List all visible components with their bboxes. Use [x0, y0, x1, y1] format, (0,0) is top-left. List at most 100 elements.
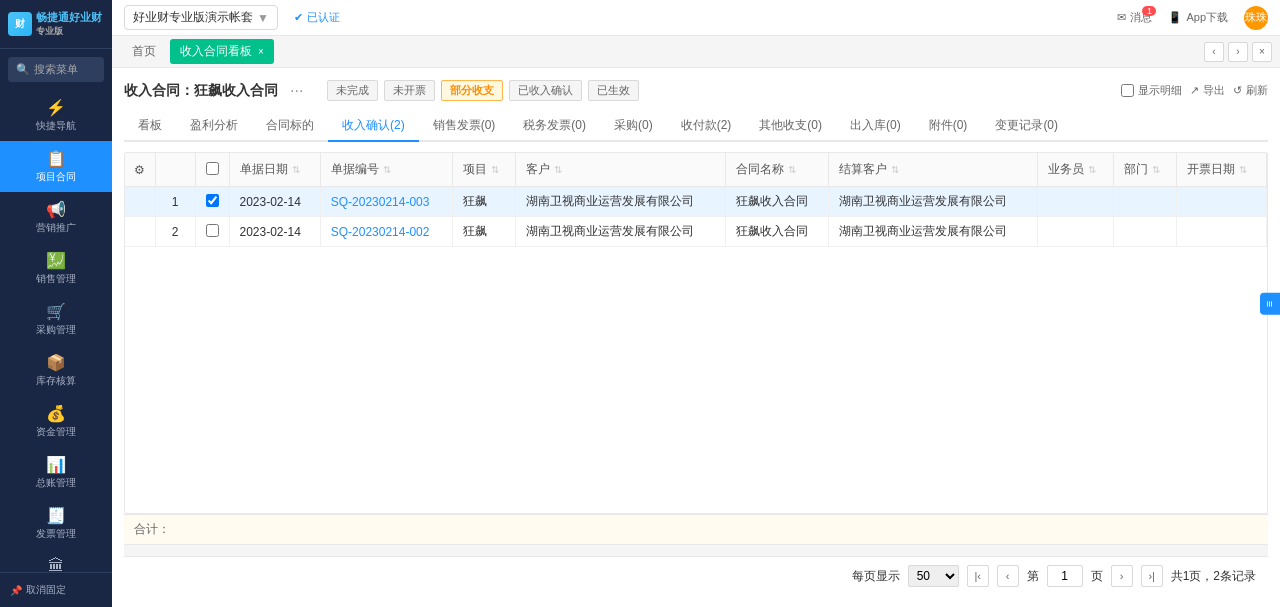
settings-col-header[interactable]: ⚙ — [125, 153, 155, 187]
docno-col-header[interactable]: 单据编号 ⇅ — [320, 153, 453, 187]
tab-payment[interactable]: 收付款(2) — [667, 111, 746, 142]
tab-revenue-confirm[interactable]: 收入确认(2) — [328, 111, 419, 142]
horizontal-scrollbar[interactable] — [124, 544, 1268, 556]
tab-sales-invoice[interactable]: 销售发票(0) — [419, 111, 510, 142]
tab-other-income[interactable]: 其他收支(0) — [745, 111, 836, 142]
tab-warehouse[interactable]: 出入库(0) — [836, 111, 915, 142]
sidebar-item-inventory[interactable]: 📦 库存核算 — [0, 345, 112, 396]
row-select-checkbox[interactable] — [206, 224, 219, 237]
checkbox-col-header[interactable] — [195, 153, 229, 187]
date-col-header[interactable]: 单据日期 ⇅ — [229, 153, 320, 187]
sidebar-item-label: 资金管理 — [36, 425, 76, 439]
company-selector[interactable]: 好业财专业版演示帐套 ▼ — [124, 5, 278, 30]
sidebar-item-tax[interactable]: 🏛 税务管理 — [0, 549, 112, 572]
right-float-button[interactable]: ≡ — [1260, 292, 1280, 314]
tab-close-button[interactable]: × — [258, 46, 264, 57]
general-icon: 📊 — [46, 455, 66, 474]
page-number-input[interactable] — [1047, 565, 1083, 587]
sidebar-item-purchase[interactable]: 🛒 采购管理 — [0, 294, 112, 345]
messages-button[interactable]: ✉ 1 消息 — [1117, 10, 1152, 25]
tab-next-button[interactable]: › — [1228, 42, 1248, 62]
row-project: 狂飙 — [453, 217, 516, 247]
date-col-label: 单据日期 — [240, 161, 288, 178]
per-page-select[interactable]: 20 50 100 200 — [908, 565, 959, 587]
show-detail-label: 显示明细 — [1138, 83, 1182, 98]
sidebar-item-marketing[interactable]: 📢 营销推广 — [0, 192, 112, 243]
sidebar-item-invoice[interactable]: 🧾 发票管理 — [0, 498, 112, 549]
sidebar-item-capital[interactable]: 💰 资金管理 — [0, 396, 112, 447]
table-row[interactable]: 2 2023-02-14 SQ-20230214-002 狂飙 湖南卫视商业运营… — [125, 217, 1267, 247]
end-customer-col-header[interactable]: 结算客户 ⇅ — [828, 153, 1037, 187]
search-menu-label: 搜索菜单 — [34, 62, 78, 77]
row-docno[interactable]: SQ-20230214-003 — [320, 187, 453, 217]
data-table: ⚙ 单据日期 ⇅ — [125, 153, 1267, 247]
tab-home[interactable]: 首页 — [120, 39, 168, 64]
tab-attachment[interactable]: 附件(0) — [915, 111, 982, 142]
company-name: 好业财专业版演示帐套 — [133, 9, 253, 26]
app-download-label: App下载 — [1186, 10, 1228, 25]
show-detail-checkbox[interactable]: 显示明细 — [1121, 83, 1182, 98]
sidebar-item-general[interactable]: 📊 总账管理 — [0, 447, 112, 498]
last-page-button[interactable]: ›| — [1141, 565, 1163, 587]
status-tag-confirmed: 已收入确认 — [509, 80, 582, 101]
show-detail-input[interactable] — [1121, 84, 1134, 97]
app-download-button[interactable]: 📱 App下载 — [1168, 10, 1228, 25]
sort-icon: ⇅ — [491, 164, 499, 175]
user-menu[interactable]: 珠珠 — [1244, 6, 1268, 30]
message-badge: 1 — [1142, 6, 1156, 16]
settings-icon[interactable]: ⚙ — [134, 163, 145, 177]
salesperson-col-header[interactable]: 业务员 ⇅ — [1037, 153, 1113, 187]
tab-tax-invoice[interactable]: 税务发票(0) — [509, 111, 600, 142]
opendate-col-header[interactable]: 开票日期 ⇅ — [1177, 153, 1267, 187]
tab-purchase[interactable]: 采购(0) — [600, 111, 667, 142]
opendate-col-label: 开票日期 — [1187, 161, 1235, 178]
app-edition: 专业版 — [36, 25, 102, 38]
tab-kanban[interactable]: 看板 — [124, 111, 176, 142]
next-page-button[interactable]: › — [1111, 565, 1133, 587]
more-button[interactable]: ··· — [290, 82, 303, 100]
topbar-right: ✉ 1 消息 📱 App下载 珠珠 — [1117, 6, 1268, 30]
row-checkbox[interactable] — [195, 187, 229, 217]
sidebar-item-label: 销售管理 — [36, 272, 76, 286]
certified-icon: ✔ — [294, 11, 303, 24]
first-page-button[interactable]: |‹ — [967, 565, 989, 587]
inner-tabs: 看板 盈利分析 合同标的 收入确认(2) 销售发票(0) 税务发票(0) 采购(… — [124, 111, 1268, 142]
sort-icon: ⇅ — [1239, 164, 1247, 175]
export-button[interactable]: ↗ 导出 — [1190, 83, 1225, 98]
topbar: 好业财专业版演示帐套 ▼ ✔ 已认证 ✉ 1 消息 📱 App下载 珠珠 — [112, 0, 1280, 36]
prev-page-button[interactable]: ‹ — [997, 565, 1019, 587]
tab-close-all-button[interactable]: × — [1252, 42, 1272, 62]
sidebar-item-project[interactable]: 📋 项目合同 — [0, 141, 112, 192]
tab-profit[interactable]: 盈利分析 — [176, 111, 252, 142]
dept-col-header[interactable]: 部门 ⇅ — [1114, 153, 1177, 187]
select-all-checkbox[interactable] — [206, 162, 219, 175]
row-docno[interactable]: SQ-20230214-002 — [320, 217, 453, 247]
sidebar-item-sales[interactable]: 💹 销售管理 — [0, 243, 112, 294]
doc-link[interactable]: SQ-20230214-002 — [331, 225, 430, 239]
customer-col-header[interactable]: 客户 ⇅ — [516, 153, 725, 187]
tab-active[interactable]: 收入合同看板 × — [170, 39, 274, 64]
docno-col-label: 单据编号 — [331, 161, 379, 178]
tab-prev-button[interactable]: ‹ — [1204, 42, 1224, 62]
sort-icon: ⇅ — [1088, 164, 1096, 175]
doc-link[interactable]: SQ-20230214-003 — [331, 195, 430, 209]
search-menu-button[interactable]: 🔍 搜索菜单 — [8, 57, 104, 82]
table-row[interactable]: 1 2023-02-14 SQ-20230214-003 狂飙 湖南卫视商业运营… — [125, 187, 1267, 217]
status-tag-partial: 部分收支 — [441, 80, 503, 101]
tab-change-log[interactable]: 变更记录(0) — [981, 111, 1072, 142]
row-checkbox[interactable] — [195, 217, 229, 247]
download-icon: 📱 — [1168, 11, 1182, 24]
row-select-checkbox[interactable] — [206, 194, 219, 207]
project-col-header[interactable]: 项目 ⇅ — [453, 153, 516, 187]
contract-name-col-header[interactable]: 合同名称 ⇅ — [725, 153, 828, 187]
project-col-label: 项目 — [463, 161, 487, 178]
refresh-button[interactable]: ↺ 刷新 — [1233, 83, 1268, 98]
num-col-header — [155, 153, 195, 187]
sidebar-search-area: 🔍 搜索菜单 — [0, 49, 112, 90]
status-tag-incomplete: 未完成 — [327, 80, 378, 101]
sidebar-item-quick-nav[interactable]: ⚡ 快捷导航 — [0, 90, 112, 141]
pin-button[interactable]: 📌 取消固定 — [6, 579, 106, 601]
tab-contract-label[interactable]: 合同标的 — [252, 111, 328, 142]
tab-nav: ‹ › × — [1204, 42, 1272, 62]
status-tag-active: 已生效 — [588, 80, 639, 101]
